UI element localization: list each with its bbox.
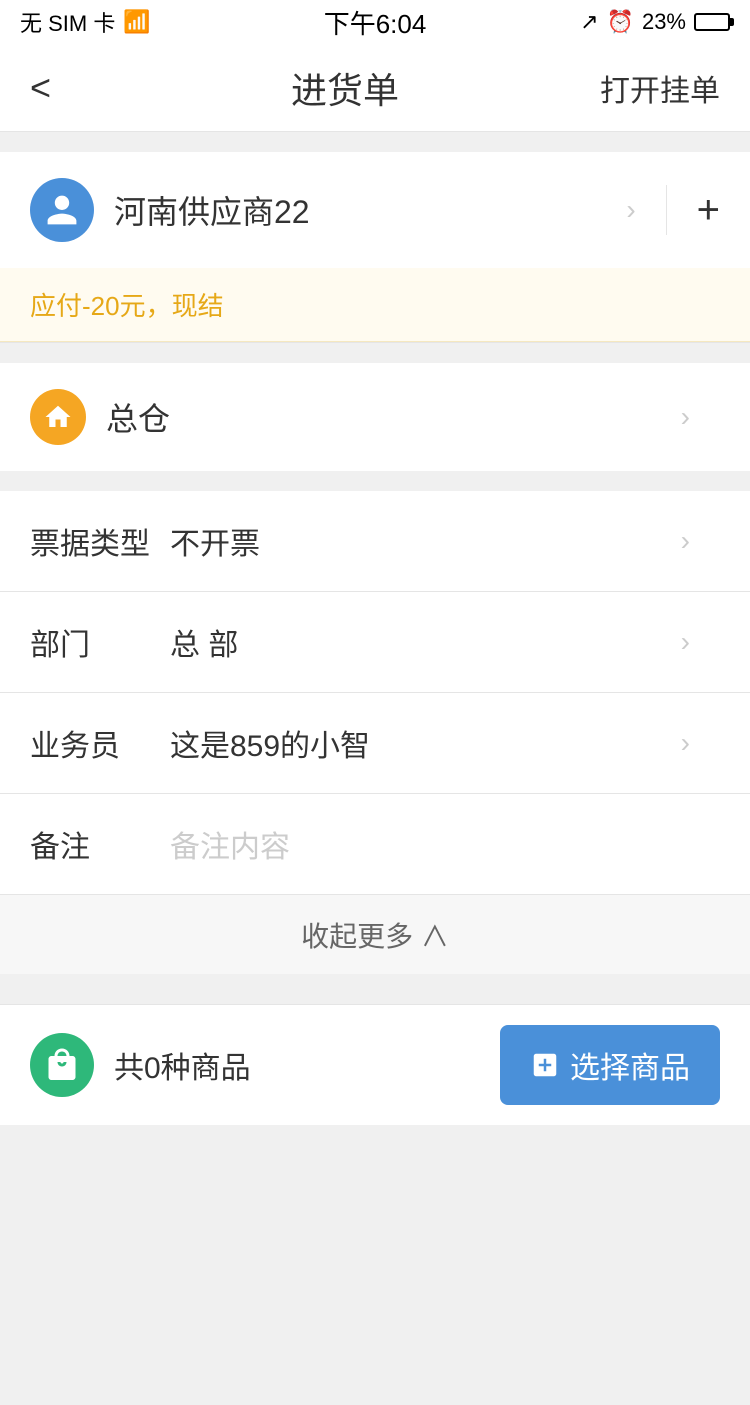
shopping-bag-icon [44,1047,80,1083]
vertical-divider [666,185,667,235]
remark-row[interactable]: 备注 备注内容 [0,794,750,894]
status-bar-time: 下午6:04 [324,4,427,41]
carrier-label: 无 SIM 卡 [20,6,115,38]
invoice-value: 不开票 [170,519,681,563]
supplier-name: 河南供应商22 [114,187,626,233]
back-button[interactable]: < [30,67,90,109]
warehouse-name: 总仓 [106,394,681,440]
product-bar: 共0种商品 选择商品 [0,1004,750,1125]
add-supplier-button[interactable]: + [697,188,720,233]
warehouse-chevron-icon: › [681,401,690,433]
form-top-divider [0,471,750,491]
page-title: 进货单 [291,62,399,114]
status-bar-right: ↗ ⏰ 23% [580,9,730,35]
sales-value: 这是859的小智 [170,721,681,765]
top-divider [0,132,750,152]
sales-chevron-icon: › [681,727,690,759]
dept-label: 部门 [30,620,170,664]
product-count: 共0种商品 [114,1043,500,1087]
remark-label: 备注 [30,822,170,866]
dept-value: 总 部 [170,620,681,664]
wifi-icon: 📶 [123,9,150,35]
warehouse-top-divider [0,343,750,363]
sales-label: 业务员 [30,721,170,765]
add-product-icon [530,1050,560,1080]
supplier-avatar [30,178,94,242]
warehouse-row[interactable]: 总仓 › [0,363,750,471]
invoice-label: 票据类型 [30,519,170,563]
supplier-row[interactable]: 河南供应商22 › + [0,152,750,268]
supplier-chevron-icon: › [626,194,635,226]
department-row[interactable]: 部门 总 部 › [0,592,750,692]
open-pending-button[interactable]: 打开挂单 [600,66,720,110]
remark-input[interactable]: 备注内容 [170,822,720,866]
select-product-label: 选择商品 [570,1043,690,1087]
form-section: 票据类型 不开票 › 部门 总 部 › 业务员 这是859的小智 › 备注 备注… [0,491,750,894]
alarm-icon: ⏰ [607,9,634,35]
nav-bar: < 进货单 打开挂单 [0,44,750,132]
page-footer-bg [0,1125,750,1405]
dept-chevron-icon: › [681,626,690,658]
product-icon [30,1033,94,1097]
battery-percent: 23% [642,9,686,35]
notice-text: 应付-20元，现结 [30,291,224,321]
collapse-button[interactable]: 收起更多 ∧ [0,894,750,974]
warehouse-icon [30,389,86,445]
home-icon [43,402,73,432]
status-bar: 无 SIM 卡 📶 下午6:04 ↗ ⏰ 23% [0,0,750,44]
status-bar-left: 无 SIM 卡 📶 [20,6,151,38]
salesperson-row[interactable]: 业务员 这是859的小智 › [0,693,750,793]
person-icon [44,192,80,228]
bottom-spacer [0,974,750,1004]
location-icon: ↗ [580,9,598,35]
invoice-type-row[interactable]: 票据类型 不开票 › [0,491,750,591]
select-product-button[interactable]: 选择商品 [500,1025,720,1105]
battery-icon [694,13,730,31]
invoice-chevron-icon: › [681,525,690,557]
notice-bar: 应付-20元，现结 [0,268,750,342]
